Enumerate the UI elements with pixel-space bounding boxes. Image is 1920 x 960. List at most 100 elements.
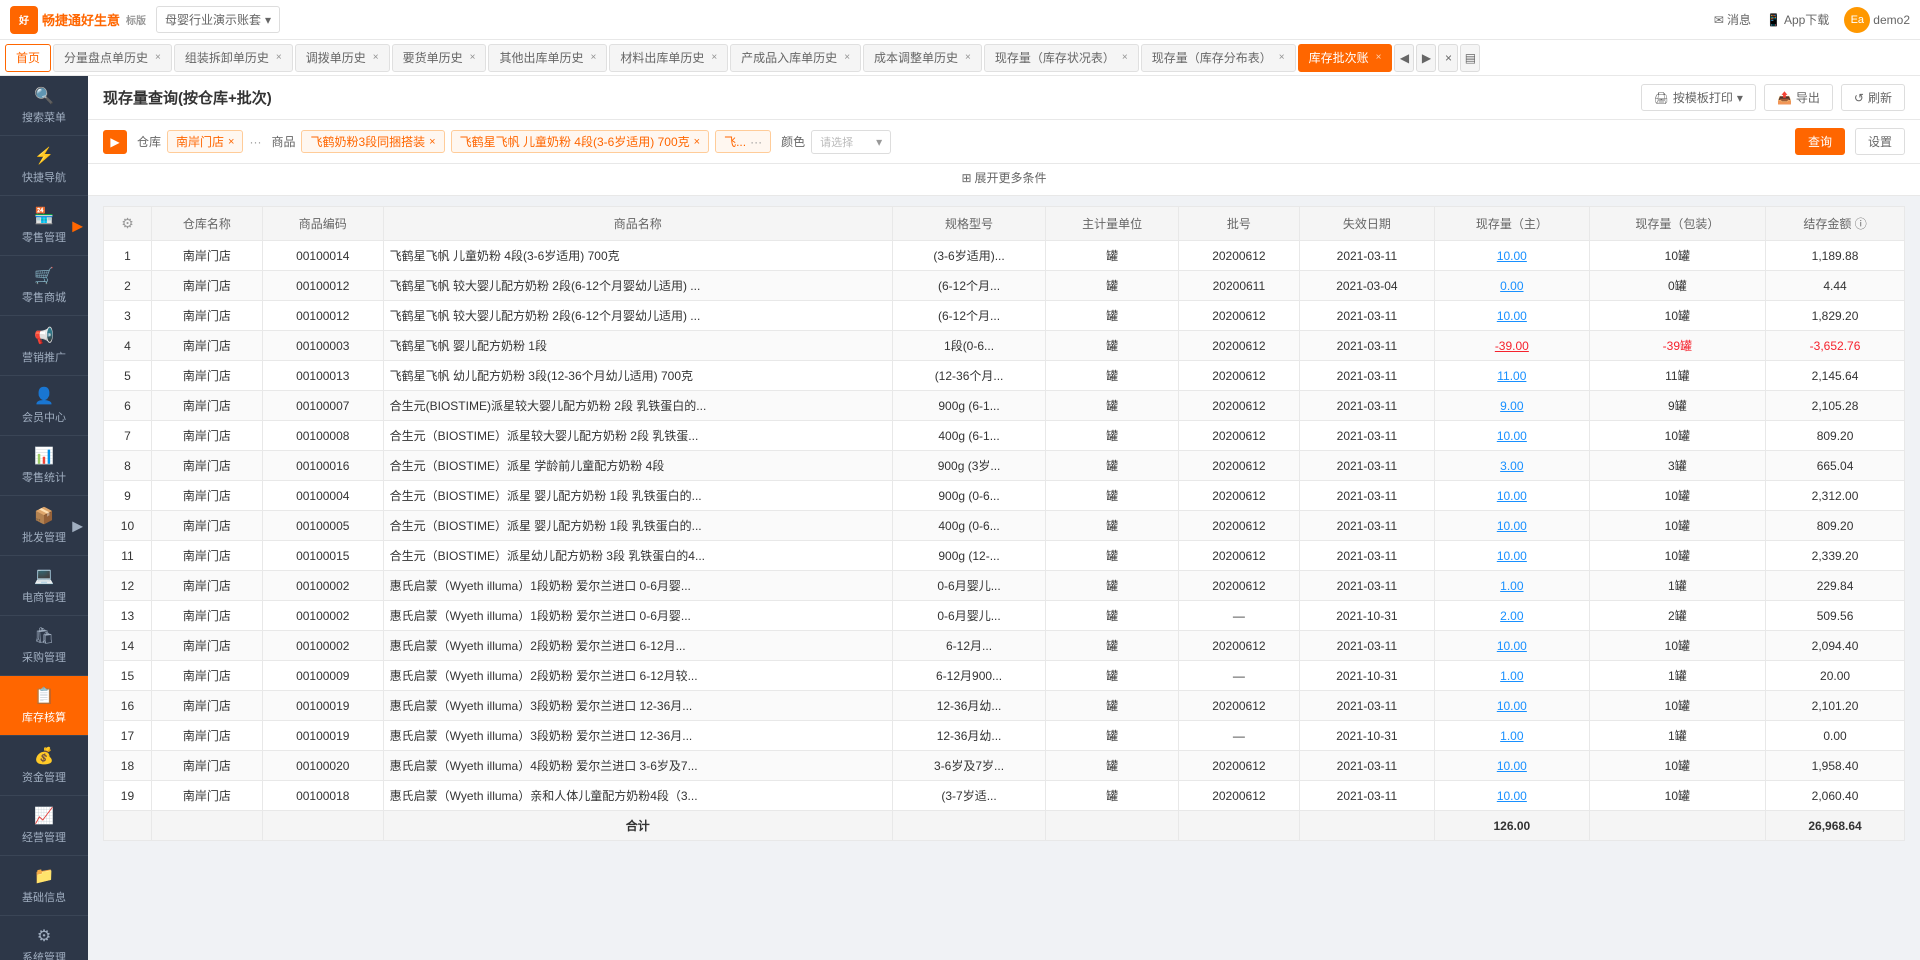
sidebar-item-finance[interactable]: 💰 资金管理 bbox=[0, 736, 88, 796]
cell-no: 6 bbox=[104, 391, 152, 421]
cell-qty-main[interactable]: 0.00 bbox=[1435, 271, 1590, 301]
sidebar-item-retail-mgmt[interactable]: 🏪 零售管理 ▶ bbox=[0, 196, 88, 256]
close-icon[interactable]: × bbox=[965, 52, 971, 63]
sidebar-item-marketing[interactable]: 📢 营销推广 bbox=[0, 316, 88, 376]
cell-qty-main[interactable]: -39.00 bbox=[1435, 331, 1590, 361]
warehouse-tag[interactable]: 南岸门店 × bbox=[167, 130, 243, 153]
cell-qty-main[interactable]: 10.00 bbox=[1435, 781, 1590, 811]
tab-kucun-pici[interactable]: 库存批次账 × bbox=[1298, 44, 1393, 72]
close-icon[interactable]: × bbox=[1376, 52, 1382, 63]
cell-unit: 罐 bbox=[1046, 241, 1179, 271]
goods-tag1-close-icon[interactable]: × bbox=[429, 136, 435, 148]
settings-col-icon[interactable]: ⚙ bbox=[121, 215, 134, 231]
tab-chengben[interactable]: 成本调整单历史 × bbox=[863, 44, 982, 72]
warehouse-more-icon[interactable]: ··· bbox=[249, 135, 261, 149]
goods-tag1[interactable]: 飞鹤奶粉3段同捆搭装 × bbox=[301, 130, 444, 153]
cell-qty-main[interactable]: 10.00 bbox=[1435, 241, 1590, 271]
tab-xiancun2[interactable]: 现存量（库存分布表） × bbox=[1141, 44, 1296, 72]
cell-qty-main[interactable]: 1.00 bbox=[1435, 571, 1590, 601]
cell-warehouse: 南岸门店 bbox=[151, 331, 262, 361]
tab-yaohuo[interactable]: 要货单历史 × bbox=[392, 44, 487, 72]
sidebar-item-system[interactable]: ⚙ 系统管理 bbox=[0, 916, 88, 960]
close-icon[interactable]: × bbox=[711, 52, 717, 63]
cell-qty-main[interactable]: 9.00 bbox=[1435, 391, 1590, 421]
close-icon[interactable]: × bbox=[373, 52, 379, 63]
cell-qty-main[interactable]: 10.00 bbox=[1435, 691, 1590, 721]
cell-qty-main[interactable]: 2.00 bbox=[1435, 601, 1590, 631]
expand-filter-btn[interactable]: ▶ bbox=[103, 130, 127, 154]
tab-menu-btn[interactable]: ▤ bbox=[1460, 44, 1480, 72]
cell-qty-main[interactable]: 10.00 bbox=[1435, 481, 1590, 511]
cell-qty-main[interactable]: 10.00 bbox=[1435, 751, 1590, 781]
user-avatar-btn[interactable]: Ea demo2 bbox=[1844, 7, 1910, 33]
cell-qty-main[interactable]: 1.00 bbox=[1435, 721, 1590, 751]
cell-code: 00100002 bbox=[262, 571, 383, 601]
sidebar-purchase-label: 采购管理 bbox=[5, 649, 83, 665]
tab-close-btn[interactable]: × bbox=[1438, 44, 1458, 72]
query-btn[interactable]: 查询 bbox=[1795, 128, 1845, 155]
settings-btn[interactable]: 设置 bbox=[1855, 128, 1905, 155]
goods-tag3[interactable]: 飞... ··· bbox=[715, 130, 771, 153]
sidebar-item-wholesale[interactable]: 📦 批发管理 ▶ bbox=[0, 496, 88, 556]
close-icon[interactable]: × bbox=[155, 52, 161, 63]
sidebar-item-quick[interactable]: ⚡ 快捷导航 bbox=[0, 136, 88, 196]
tab-chengpin[interactable]: 产成品入库单历史 × bbox=[730, 44, 861, 72]
cell-qty-main[interactable]: 3.00 bbox=[1435, 451, 1590, 481]
export-btn[interactable]: 📤 导出 bbox=[1764, 84, 1833, 111]
cell-warehouse: 南岸门店 bbox=[151, 781, 262, 811]
cell-qty-main[interactable]: 10.00 bbox=[1435, 511, 1590, 541]
color-input[interactable]: 请选择 ▾ bbox=[811, 130, 891, 154]
goods-more-icon[interactable]: ··· bbox=[750, 135, 762, 149]
stats-icon: 📊 bbox=[5, 446, 83, 466]
tab-fenpan[interactable]: 分量盘点单历史 × bbox=[53, 44, 172, 72]
tab-home[interactable]: 首页 bbox=[5, 44, 51, 72]
close-icon[interactable]: × bbox=[1122, 52, 1128, 63]
cell-qty-main[interactable]: 10.00 bbox=[1435, 421, 1590, 451]
sidebar-item-inventory[interactable]: 📋 库存核算 bbox=[0, 676, 88, 736]
cell-spec: 12-36月幼... bbox=[892, 691, 1045, 721]
expand-conditions-btn[interactable]: ⊞ 展开更多条件 bbox=[953, 166, 1054, 189]
tab-zuchai[interactable]: 组装拆卸单历史 × bbox=[174, 44, 293, 72]
tab-xiancun1[interactable]: 现存量（库存状况表） × bbox=[984, 44, 1139, 72]
tab-diaopo[interactable]: 调拨单历史 × bbox=[295, 44, 390, 72]
sidebar-item-basic-info[interactable]: 📁 基础信息 bbox=[0, 856, 88, 916]
cell-no: 18 bbox=[104, 751, 152, 781]
tab-prev-btn[interactable]: ◀ bbox=[1394, 44, 1414, 72]
sidebar-item-operations[interactable]: 📈 经营管理 bbox=[0, 796, 88, 856]
cell-name: 合生元（BIOSTIME）派星较大婴儿配方奶粉 2段 乳铁蛋... bbox=[383, 421, 892, 451]
cell-qty-main[interactable]: 10.00 bbox=[1435, 541, 1590, 571]
close-icon[interactable]: × bbox=[1279, 52, 1285, 63]
cell-qty-main[interactable]: 10.00 bbox=[1435, 631, 1590, 661]
cell-warehouse: 南岸门店 bbox=[151, 391, 262, 421]
close-icon[interactable]: × bbox=[276, 52, 282, 63]
sidebar-item-retail-stats[interactable]: 📊 零售统计 bbox=[0, 436, 88, 496]
tab-qitachu[interactable]: 其他出库单历史 × bbox=[488, 44, 607, 72]
goods-tag2[interactable]: 飞鹤星飞帆 儿童奶粉 4段(3-6岁适用) 700克 × bbox=[451, 130, 709, 153]
expand-down-icon: ⊞ bbox=[961, 171, 971, 185]
cell-batch: 20200612 bbox=[1179, 451, 1300, 481]
cell-qty-main[interactable]: 11.00 bbox=[1435, 361, 1590, 391]
goods-tag2-close-icon[interactable]: × bbox=[694, 136, 700, 148]
sidebar-item-member[interactable]: 👤 会员中心 bbox=[0, 376, 88, 436]
refresh-btn[interactable]: ↺ 刷新 bbox=[1841, 84, 1905, 111]
header-actions: 🖨 按模板打印 ▾ 📤 导出 ↺ 刷新 bbox=[1641, 84, 1905, 111]
close-icon[interactable]: × bbox=[470, 52, 476, 63]
warehouse-close-icon[interactable]: × bbox=[228, 136, 234, 148]
message-btn[interactable]: ✉ 消息 bbox=[1714, 11, 1751, 28]
cell-qty-main[interactable]: 10.00 bbox=[1435, 301, 1590, 331]
cell-qty-main[interactable]: 1.00 bbox=[1435, 661, 1590, 691]
close-icon[interactable]: × bbox=[844, 52, 850, 63]
refresh-icon: ↺ bbox=[1854, 91, 1864, 105]
print-btn[interactable]: 🖨 按模板打印 ▾ bbox=[1641, 84, 1756, 111]
cell-name: 飞鹤星飞帆 较大婴儿配方奶粉 2段(6-12个月婴幼儿适用) ... bbox=[383, 301, 892, 331]
sidebar-item-ecommerce[interactable]: 💻 电商管理 bbox=[0, 556, 88, 616]
org-selector[interactable]: 母婴行业演示账套 ▾ bbox=[156, 6, 280, 33]
sidebar-item-search[interactable]: 🔍 搜索菜单 bbox=[0, 76, 88, 136]
close-icon[interactable]: × bbox=[590, 52, 596, 63]
sidebar-item-retail-mall[interactable]: 🛒 零售商城 bbox=[0, 256, 88, 316]
footer-empty8 bbox=[1589, 811, 1765, 841]
app-download-btn[interactable]: 📱 App下载 bbox=[1766, 11, 1829, 28]
tab-cailiao[interactable]: 材料出库单历史 × bbox=[609, 44, 728, 72]
sidebar-item-purchase[interactable]: 🛍 采购管理 bbox=[0, 616, 88, 676]
tab-next-btn[interactable]: ▶ bbox=[1416, 44, 1436, 72]
